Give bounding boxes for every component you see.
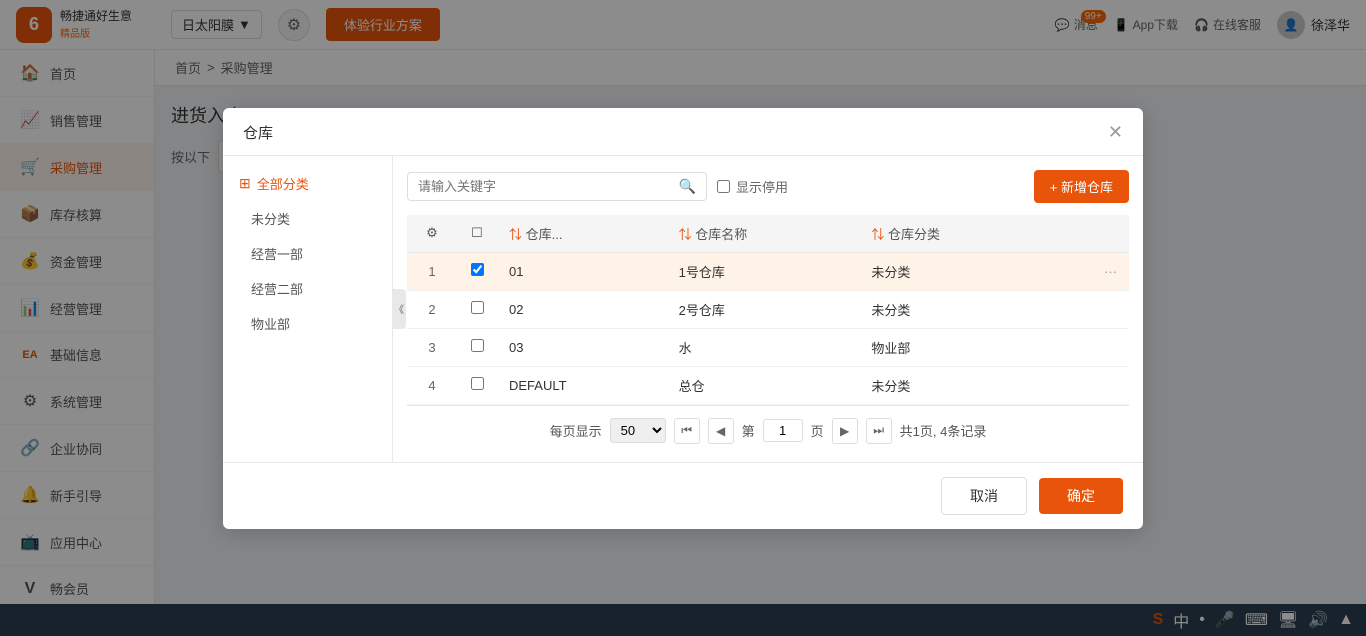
pagination-footer: 每页显示 50 20 100 ⏮ ◀ 第 页 ▶ ⏭ 共1页, 4条记 [407, 405, 1129, 448]
page-label: 第 [742, 421, 755, 440]
col-check-header: ☐ [457, 215, 497, 253]
row-actions [1052, 328, 1129, 366]
per-page-label: 每页显示 [550, 421, 602, 440]
add-warehouse-button[interactable]: + 新增仓库 [1034, 170, 1129, 203]
row-name: 2号仓库 [667, 290, 860, 328]
row-category: 未分类 [859, 252, 1052, 290]
per-page-select[interactable]: 50 20 100 [610, 418, 666, 443]
row-code: 02 [497, 290, 667, 328]
row-checkbox[interactable] [471, 377, 484, 390]
row-checkbox-cell [457, 252, 497, 290]
sort-icon-name: ⇅ [679, 227, 692, 242]
modal-close-button[interactable]: ✕ [1108, 123, 1123, 141]
modal-main: 🔍 显示停用 + 新增仓库 ⚙ ☐ [393, 156, 1143, 462]
category-item-uncategorized[interactable]: 未分类 [223, 201, 392, 236]
col-action-header [1052, 215, 1129, 253]
row-checkbox[interactable] [471, 263, 484, 276]
sort-icon-cat: ⇅ [871, 227, 884, 242]
first-page-btn[interactable]: ⏮ [674, 418, 700, 444]
row-checkbox-cell [457, 328, 497, 366]
col-name-header: ⇅ 仓库名称 [667, 215, 860, 253]
modal-header: 仓库 ✕ [223, 108, 1143, 156]
category-all-header[interactable]: ⊞ 全部分类 [223, 166, 392, 201]
row-actions: ··· [1052, 252, 1129, 290]
sort-icon: ⇅ [509, 227, 522, 242]
table-row[interactable]: 2 02 2号仓库 未分类 [407, 290, 1129, 328]
modal-category-sidebar: ⊞ 全部分类 未分类 经营一部 经营二部 物业部 《 [223, 156, 393, 462]
grid-icon: ⊞ [239, 175, 251, 192]
row-checkbox-cell [457, 366, 497, 404]
search-icon[interactable]: 🔍 [679, 178, 696, 195]
row-checkbox-cell [457, 290, 497, 328]
show-disabled-label: 显示停用 [736, 177, 788, 196]
show-disabled-checkbox[interactable] [717, 180, 730, 193]
row-name: 总仓 [667, 366, 860, 404]
row-name: 1号仓库 [667, 252, 860, 290]
prev-page-btn[interactable]: ◀ [708, 418, 734, 444]
modal-body: ⊞ 全部分类 未分类 经营一部 经营二部 物业部 《 🔍 [223, 156, 1143, 462]
category-item-property[interactable]: 物业部 [223, 306, 392, 341]
row-num: 1 [407, 252, 457, 290]
row-actions [1052, 366, 1129, 404]
modal-overlay: 仓库 ✕ ⊞ 全部分类 未分类 经营一部 经营二部 物业部 《 [0, 0, 1366, 636]
table-row[interactable]: 1 01 1号仓库 未分类 ··· [407, 252, 1129, 290]
modal-toolbar: 🔍 显示停用 + 新增仓库 [407, 170, 1129, 203]
row-code: 03 [497, 328, 667, 366]
row-checkbox[interactable] [471, 301, 484, 314]
table-row[interactable]: 3 03 水 物业部 [407, 328, 1129, 366]
sidebar-collapse-btn[interactable]: 《 [392, 289, 406, 329]
pagination-row: 每页显示 50 20 100 ⏮ ◀ 第 页 ▶ ⏭ 共1页, 4条记 [407, 418, 1129, 444]
col-code-header: ⇅ 仓库... [497, 215, 667, 253]
row-checkbox[interactable] [471, 339, 484, 352]
next-page-btn[interactable]: ▶ [832, 418, 858, 444]
search-box: 🔍 [407, 172, 707, 201]
category-item-dept1[interactable]: 经营一部 [223, 236, 392, 271]
row-category: 物业部 [859, 328, 1052, 366]
row-category: 未分类 [859, 366, 1052, 404]
last-page-btn[interactable]: ⏭ [866, 418, 892, 444]
row-num: 2 [407, 290, 457, 328]
warehouse-table: ⚙ ☐ ⇅ 仓库... ⇅ 仓库名称 [407, 215, 1129, 405]
total-info: 共1页, 4条记录 [900, 421, 987, 440]
collapse-icon: 《 [394, 301, 404, 316]
modal-actions: 取消 确定 [223, 462, 1143, 529]
cancel-button[interactable]: 取消 [941, 477, 1027, 515]
table-row[interactable]: 4 DEFAULT 总仓 未分类 [407, 366, 1129, 404]
row-code: DEFAULT [497, 366, 667, 404]
page-number-input[interactable] [763, 419, 803, 442]
row-actions [1052, 290, 1129, 328]
category-item-dept2[interactable]: 经营二部 [223, 271, 392, 306]
page-suffix: 页 [811, 421, 824, 440]
row-num: 4 [407, 366, 457, 404]
search-input[interactable] [418, 179, 679, 194]
col-settings: ⚙ [407, 215, 457, 253]
row-num: 3 [407, 328, 457, 366]
confirm-button[interactable]: 确定 [1039, 478, 1123, 514]
col-category-header: ⇅ 仓库分类 [859, 215, 1052, 253]
modal-title: 仓库 [243, 122, 273, 143]
row-name: 水 [667, 328, 860, 366]
row-code: 01 [497, 252, 667, 290]
row-category: 未分类 [859, 290, 1052, 328]
show-disabled-toggle: 显示停用 [717, 177, 788, 196]
warehouse-modal: 仓库 ✕ ⊞ 全部分类 未分类 经营一部 经营二部 物业部 《 [223, 108, 1143, 529]
category-all-label: 全部分类 [257, 174, 309, 193]
